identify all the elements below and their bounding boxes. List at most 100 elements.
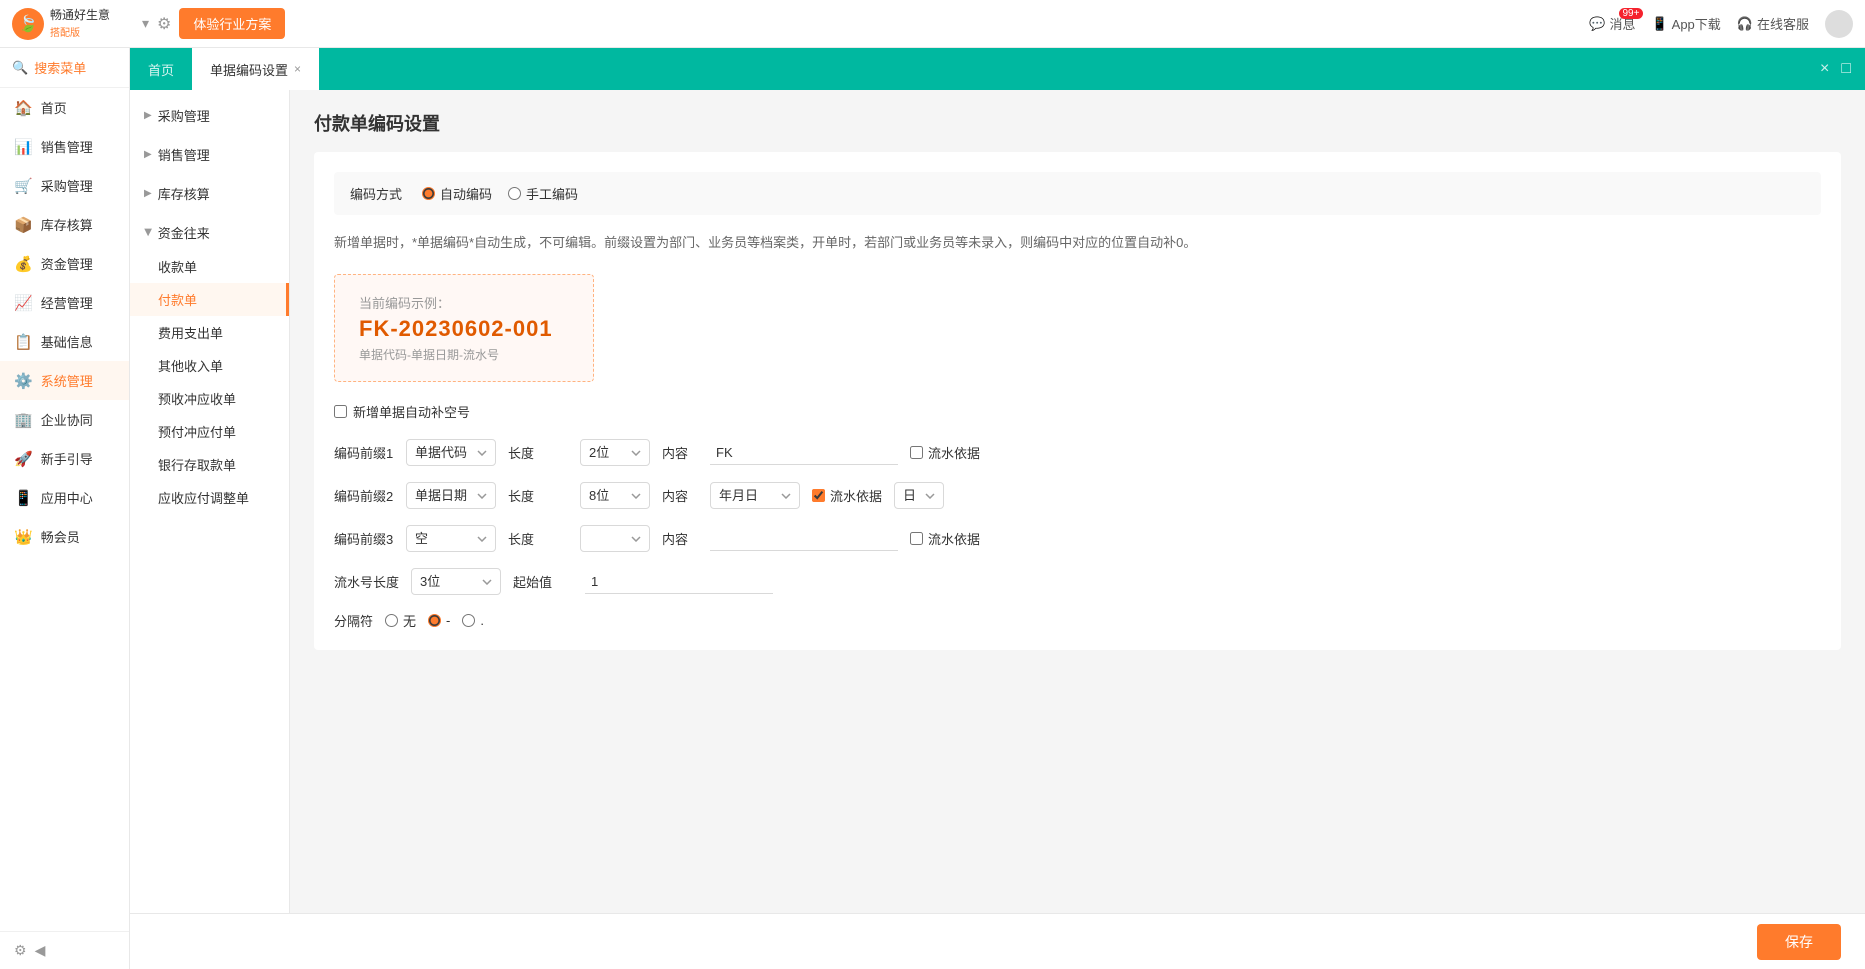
chevron-down-icon[interactable]: ▾ [142, 15, 149, 32]
logo-sub: 搭配版 [50, 24, 110, 39]
sep-none-label: 无 [403, 611, 416, 630]
content1-input[interactable] [710, 441, 898, 465]
sep-dash-label: - [446, 613, 450, 628]
auto-fill-row: 新增单据自动补空号 [334, 402, 1821, 421]
prefix1-select[interactable]: 单据代码 [406, 439, 496, 466]
sub-sidebar: ▶ 采购管理 ▶ 销售管理 ▶ 库存核算 [130, 90, 290, 913]
gear-icon[interactable]: ⚙ [157, 14, 171, 34]
sidebar-item-operations[interactable]: 📈 经营管理 [0, 283, 129, 322]
sidebar-item-finance-label: 资金管理 [41, 254, 93, 273]
content3-input[interactable] [710, 527, 898, 551]
prefix2-select[interactable]: 单据日期 [406, 482, 496, 509]
save-button[interactable]: 保存 [1757, 924, 1841, 960]
sub-group-sales: ▶ 销售管理 [130, 137, 289, 172]
sidebar-item-finance[interactable]: 💰 资金管理 [0, 244, 129, 283]
waterfall3-checkbox[interactable] [910, 532, 923, 545]
sub-header-inventory[interactable]: ▶ 库存核算 [130, 176, 289, 211]
sub-child-prepaid-pay[interactable]: 预付冲应付单 [130, 415, 289, 448]
sidebar-item-home[interactable]: 🏠 首页 [0, 88, 129, 127]
tab-expand-btn[interactable]: □ [1837, 56, 1855, 82]
tab-home-label: 首页 [148, 60, 174, 79]
arrow-icon-inventory: ▶ [144, 188, 152, 199]
preview-code: FK-20230602-001 [359, 316, 569, 342]
waterfall3-label: 流水依据 [928, 529, 980, 548]
topbar-search-area: ▾ ⚙ 体验行业方案 [142, 8, 1579, 39]
waterfall1-label: 流水依据 [928, 443, 980, 462]
manual-encode-label: 手工编码 [526, 184, 578, 203]
sub-child-bank-deposit[interactable]: 银行存取款单 [130, 448, 289, 481]
collapse-icon[interactable]: ◀ [35, 942, 46, 959]
sidebar-item-purchase[interactable]: 🛒 采购管理 [0, 166, 129, 205]
trial-button[interactable]: 体验行业方案 [179, 8, 285, 39]
serial-length-select[interactable]: 3位 [411, 568, 501, 595]
sep-none-radio[interactable]: 无 [385, 611, 416, 630]
start-value-label: 起始值 [513, 572, 573, 591]
sidebar-item-inventory[interactable]: 📦 库存核算 [0, 205, 129, 244]
content2-select[interactable]: 年月日 [710, 482, 800, 509]
sub-child-prepaid-recv[interactable]: 预收冲应收单 [130, 382, 289, 415]
sidebar-item-apps[interactable]: 📱 应用中心 [0, 478, 129, 517]
tab-close-btn[interactable]: × [1816, 56, 1833, 82]
message-item[interactable]: 💬 消息 99+ [1589, 14, 1635, 33]
sep-dot-label: . [480, 613, 484, 628]
sidebar-item-enterprise[interactable]: 🏢 企业协同 [0, 400, 129, 439]
tab-voucher-setting[interactable]: 单据编码设置 × [192, 48, 319, 90]
avatar[interactable] [1825, 10, 1853, 38]
operations-icon: 📈 [14, 294, 33, 312]
waterfall2-label: 流水依据 [830, 486, 882, 505]
sidebar-item-enterprise-label: 企业协同 [41, 410, 93, 429]
sep-dash-radio[interactable]: - [428, 613, 450, 628]
sub-header-purchase[interactable]: ▶ 采购管理 [130, 98, 289, 133]
sidebar-item-system[interactable]: ⚙️ 系统管理 [0, 361, 129, 400]
auto-fill-label: 新增单据自动补空号 [353, 402, 470, 421]
length2-select[interactable]: 8位 [580, 482, 650, 509]
app-download-item[interactable]: 📱 App下载 [1651, 14, 1720, 33]
sidebar-item-member-label: 畅会员 [41, 527, 80, 546]
page-main: 付款单编码设置 编码方式 自动编码 手工编码 [290, 90, 1865, 913]
online-service-item[interactable]: 🎧 在线客服 [1737, 14, 1809, 33]
content-area: ▶ 采购管理 ▶ 销售管理 ▶ 库存核算 [130, 90, 1865, 913]
search-icon: 🔍 [12, 60, 28, 76]
manual-encode-radio[interactable]: 手工编码 [508, 184, 578, 203]
start-value-input[interactable] [585, 570, 773, 594]
bottom-bar: 保存 [130, 913, 1865, 969]
sep-dot-radio[interactable]: . [462, 613, 484, 628]
tab-voucher-label: 单据编码设置 [210, 60, 288, 79]
sub-header-sales[interactable]: ▶ 销售管理 [130, 137, 289, 172]
length1-select[interactable]: 2位 [580, 439, 650, 466]
sidebar-item-sales[interactable]: 📊 销售管理 [0, 127, 129, 166]
waterfall2-checkbox[interactable] [812, 489, 825, 502]
sidebar-item-guide[interactable]: 🚀 新手引导 [0, 439, 129, 478]
sidebar-search[interactable]: 🔍 搜索菜单 [0, 48, 129, 88]
settings-icon[interactable]: ⚙ [14, 942, 27, 959]
waterfall3-wrap: 流水依据 [910, 529, 980, 548]
tab-home[interactable]: 首页 [130, 48, 192, 90]
serial-length-label: 流水号长度 [334, 572, 399, 591]
sidebar-item-basic[interactable]: 📋 基础信息 [0, 322, 129, 361]
sub-child-other-income[interactable]: 其他收入单 [130, 349, 289, 382]
inventory-icon: 📦 [14, 216, 33, 234]
sub-child-receipt[interactable]: 收款单 [130, 250, 289, 283]
sidebar-item-member[interactable]: 👑 畅会员 [0, 517, 129, 556]
waterfall2-unit-select[interactable]: 日 [894, 482, 944, 509]
auto-encode-radio[interactable]: 自动编码 [422, 184, 492, 203]
length3-select[interactable] [580, 525, 650, 552]
sub-group-purchase: ▶ 采购管理 [130, 98, 289, 133]
waterfall1-checkbox[interactable] [910, 446, 923, 459]
prefix3-label: 编码前缀3 [334, 529, 394, 548]
app-download-label: App下载 [1672, 14, 1721, 33]
section-card: 编码方式 自动编码 手工编码 [314, 152, 1841, 650]
sub-group-funds: ▶ 资金往来 收款单 付款单 费用支出单 其他收入单 预收冲应收单 预付冲应付单… [130, 215, 289, 514]
config-row-prefix3: 编码前缀3 空 长度 内容 流水依据 [334, 525, 1821, 552]
encode-mode-radio-group: 自动编码 手工编码 [422, 184, 578, 203]
arrow-icon-sales: ▶ [144, 149, 152, 160]
sub-child-expense[interactable]: 费用支出单 [130, 316, 289, 349]
separator-label: 分隔符 [334, 611, 373, 630]
sub-header-funds[interactable]: ▶ 资金往来 [130, 215, 289, 250]
tab-close-icon[interactable]: × [294, 62, 301, 76]
sub-header-inventory-label: 库存核算 [158, 184, 210, 203]
auto-fill-checkbox[interactable] [334, 405, 347, 418]
sub-child-payment[interactable]: 付款单 [130, 283, 289, 316]
sub-child-reconcile[interactable]: 应收应付调整单 [130, 481, 289, 514]
prefix3-select[interactable]: 空 [406, 525, 496, 552]
